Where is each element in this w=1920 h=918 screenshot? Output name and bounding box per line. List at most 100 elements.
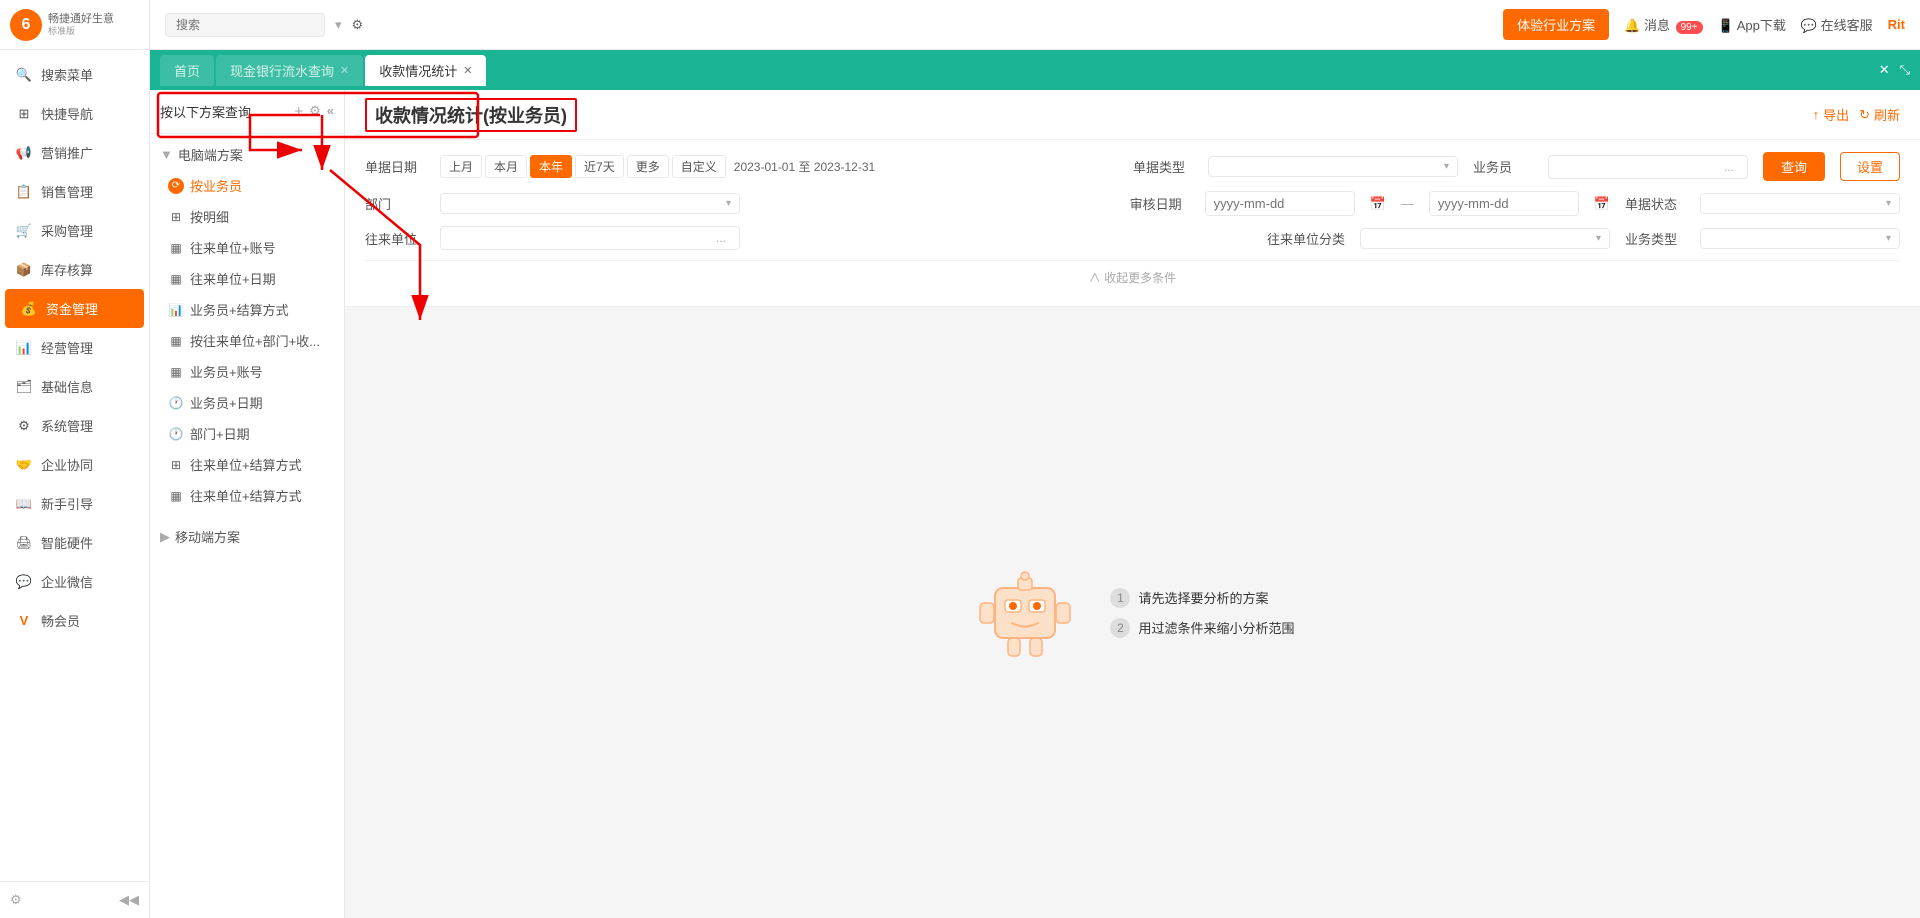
sidebar-footer: ⚙ ◀◀ — [0, 881, 149, 918]
status-select[interactable]: ▾ — [1700, 193, 1900, 214]
scheme-item-salesperson-date[interactable]: 🕐 业务员+日期 — [160, 387, 344, 418]
tab-home[interactable]: 首页 — [160, 55, 214, 86]
type-select[interactable]: ▾ — [1208, 156, 1458, 177]
guide-icon: 📖 — [15, 495, 33, 513]
date-dash: — — [1401, 196, 1414, 211]
setting-scheme-icon[interactable]: ⚙ — [309, 103, 321, 120]
tab-collection[interactable]: 收款情况统计 ✕ — [365, 55, 486, 86]
set-button[interactable]: 设置 — [1840, 152, 1900, 181]
right-content: 收款情况统计(按业务员) ↑ 导出 ↻ 刷新 单据日期 — [345, 90, 1920, 918]
scheme-item-detail[interactable]: ⊞ 按明细 — [160, 201, 344, 232]
header-right: 体验行业方案 🔔 消息 99+ 📱 App下载 💬 在线客服 Rit — [1503, 9, 1905, 40]
calendar-icon-end[interactable]: 📅 — [1594, 196, 1610, 212]
sidebar-item-wechat[interactable]: 💬 企业微信 — [0, 562, 149, 601]
collapse-sidebar-icon[interactable]: ◀◀ — [119, 892, 139, 908]
partner-select[interactable]: ... — [440, 226, 740, 250]
operation-icon: 📊 — [15, 339, 33, 357]
header-settings-icon[interactable]: ⚙ — [352, 17, 364, 33]
inventory-icon: 📦 — [15, 261, 33, 279]
scheme-item-partner-settle2[interactable]: ▦ 往来单位+结算方式 — [160, 480, 344, 511]
page-container: 按以下方案查询 + ⚙ « ▼ 电脑端方案 ⟳ 按业务员 — [150, 90, 1920, 918]
tab-expand-icon[interactable]: ⤡ — [1900, 62, 1910, 78]
app-download-button[interactable]: 📱 App下载 — [1718, 15, 1786, 34]
settings-footer-icon[interactable]: ⚙ — [10, 892, 22, 908]
search-input[interactable] — [165, 13, 325, 37]
date-buttons: 上月 本月 本年 近7天 更多 自定义 2023-01-01 至 2023-12… — [440, 155, 875, 178]
scheme-item-partner-date[interactable]: ▦ 往来单位+日期 — [160, 263, 344, 294]
salesperson-more-icon[interactable]: ... — [1724, 160, 1734, 174]
logo-text: 畅捷通好生意 标准版 — [48, 12, 114, 38]
tab-cashflow[interactable]: 现金银行流水查询 ✕ — [216, 55, 363, 86]
sidebar-item-marketing[interactable]: 📢 营销推广 — [0, 133, 149, 172]
refresh-button[interactable]: ↻ 刷新 — [1859, 105, 1900, 124]
sidebar-item-hardware[interactable]: 🖨 智能硬件 — [0, 523, 149, 562]
date-btn-lastmonth[interactable]: 上月 — [440, 155, 482, 178]
date-btn-custom[interactable]: 自定义 — [672, 155, 726, 178]
dept-select[interactable]: ▾ — [440, 193, 740, 214]
date-btn-thisyear[interactable]: 本年 — [530, 155, 572, 178]
date-btn-more[interactable]: 更多 — [627, 155, 669, 178]
search-dropdown-icon[interactable]: ▾ — [335, 17, 342, 33]
sidebar-item-member[interactable]: V 畅会员 — [0, 601, 149, 640]
collapse-filter-bar[interactable]: ∧ 收起更多条件 — [365, 260, 1900, 294]
review-date-end[interactable] — [1429, 191, 1579, 216]
tab-collection-close[interactable]: ✕ — [463, 64, 472, 77]
dept-label: 部门 — [365, 194, 425, 213]
sidebar-item-purchase[interactable]: 🛒 采购管理 — [0, 211, 149, 250]
scheme-item-salesperson-account[interactable]: ▦ 业务员+账号 — [160, 356, 344, 387]
mobile-scheme-title[interactable]: ▶ 移动端方案 — [150, 521, 344, 552]
sidebar-item-quicknav[interactable]: ⊞ 快捷导航 — [0, 94, 149, 133]
scheme-item-partner-account[interactable]: ▦ 往来单位+账号 — [160, 232, 344, 263]
header-icons: 🔔 消息 99+ 📱 App下载 💬 在线客服 Rit — [1624, 15, 1905, 34]
trial-button[interactable]: 体验行业方案 — [1503, 9, 1609, 40]
query-button[interactable]: 查询 — [1763, 152, 1825, 181]
tab-cashflow-close[interactable]: ✕ — [340, 64, 349, 77]
sidebar-item-enterprise[interactable]: 🤝 企业协同 — [0, 445, 149, 484]
sidebar-item-sales[interactable]: 📋 销售管理 — [0, 172, 149, 211]
notification-button[interactable]: 🔔 消息 99+ — [1624, 15, 1702, 34]
date-btn-7days[interactable]: 近7天 — [575, 155, 624, 178]
review-date-start[interactable] — [1205, 191, 1355, 216]
tab-bar: 首页 现金银行流水查询 ✕ 收款情况统计 ✕ ✕ ⤡ — [150, 50, 1920, 90]
collapse-panel-icon[interactable]: « — [327, 103, 334, 120]
tab-close-all-icon[interactable]: ✕ — [1879, 62, 1890, 78]
finance-icon: 💰 — [20, 300, 38, 318]
export-button[interactable]: ↑ 导出 — [1813, 105, 1850, 124]
salesperson-label: 业务员 — [1473, 157, 1533, 176]
partner-more-icon[interactable]: ... — [716, 231, 726, 245]
date-label: 单据日期 — [365, 157, 425, 176]
filter-row-1: 单据日期 上月 本月 本年 近7天 更多 自定义 2023-01-01 至 20… — [365, 152, 1900, 181]
scheme-item-partner-dept[interactable]: ▦ 按往来单位+部门+收... — [160, 325, 344, 356]
search-icon: 🔍 — [15, 66, 33, 84]
sidebar-item-system[interactable]: ⚙ 系统管理 — [0, 406, 149, 445]
sidebar-item-inventory[interactable]: 📦 库存核算 — [0, 250, 149, 289]
scheme-item-dept-date[interactable]: 🕐 部门+日期 — [160, 418, 344, 449]
header-left: ▾ ⚙ — [165, 13, 363, 37]
sidebar-item-guide[interactable]: 📖 新手引导 — [0, 484, 149, 523]
salesperson-select[interactable]: ... — [1548, 155, 1748, 179]
refresh-icon: ↻ — [1859, 107, 1870, 123]
member-icon: V — [15, 612, 33, 630]
scheme-icon-dept-date: 🕐 — [168, 426, 184, 442]
empty-step-2: 2 用过滤条件来缩小分析范围 — [1110, 618, 1294, 638]
sidebar-item-basic[interactable]: 🗂 基础信息 — [0, 367, 149, 406]
date-btn-thismonth[interactable]: 本月 — [485, 155, 527, 178]
calendar-icon-start[interactable]: 📅 — [1370, 196, 1386, 212]
empty-steps: 1 请先选择要分析的方案 2 用过滤条件来缩小分析范围 — [1110, 588, 1294, 638]
sidebar-item-operation[interactable]: 📊 经营管理 — [0, 328, 149, 367]
online-service-button[interactable]: 💬 在线客服 — [1801, 15, 1873, 34]
add-scheme-icon[interactable]: + — [294, 103, 303, 120]
pc-scheme-title[interactable]: ▼ 电脑端方案 — [150, 139, 344, 170]
scheme-item-salesperson[interactable]: ⟳ 按业务员 — [160, 170, 344, 201]
sidebar-item-search[interactable]: 🔍 搜索菜单 — [0, 55, 149, 94]
filter-area: 单据日期 上月 本月 本年 近7天 更多 自定义 2023-01-01 至 20… — [345, 140, 1920, 307]
biz-type-select[interactable]: ▾ — [1700, 228, 1900, 249]
scheme-item-partner-settle1[interactable]: ⊞ 往来单位+结算方式 — [160, 449, 344, 480]
scheme-item-salesperson-settle[interactable]: 📊 业务员+结算方式 — [160, 294, 344, 325]
step-num-1: 1 — [1110, 588, 1130, 608]
user-name[interactable]: Rit — [1888, 17, 1905, 32]
sidebar-item-finance[interactable]: 💰 资金管理 — [5, 289, 144, 328]
partner-label: 往来单位 — [365, 229, 425, 248]
category-select[interactable]: ▾ — [1360, 228, 1610, 249]
scheme-icon-salesperson-account: ▦ — [168, 364, 184, 380]
